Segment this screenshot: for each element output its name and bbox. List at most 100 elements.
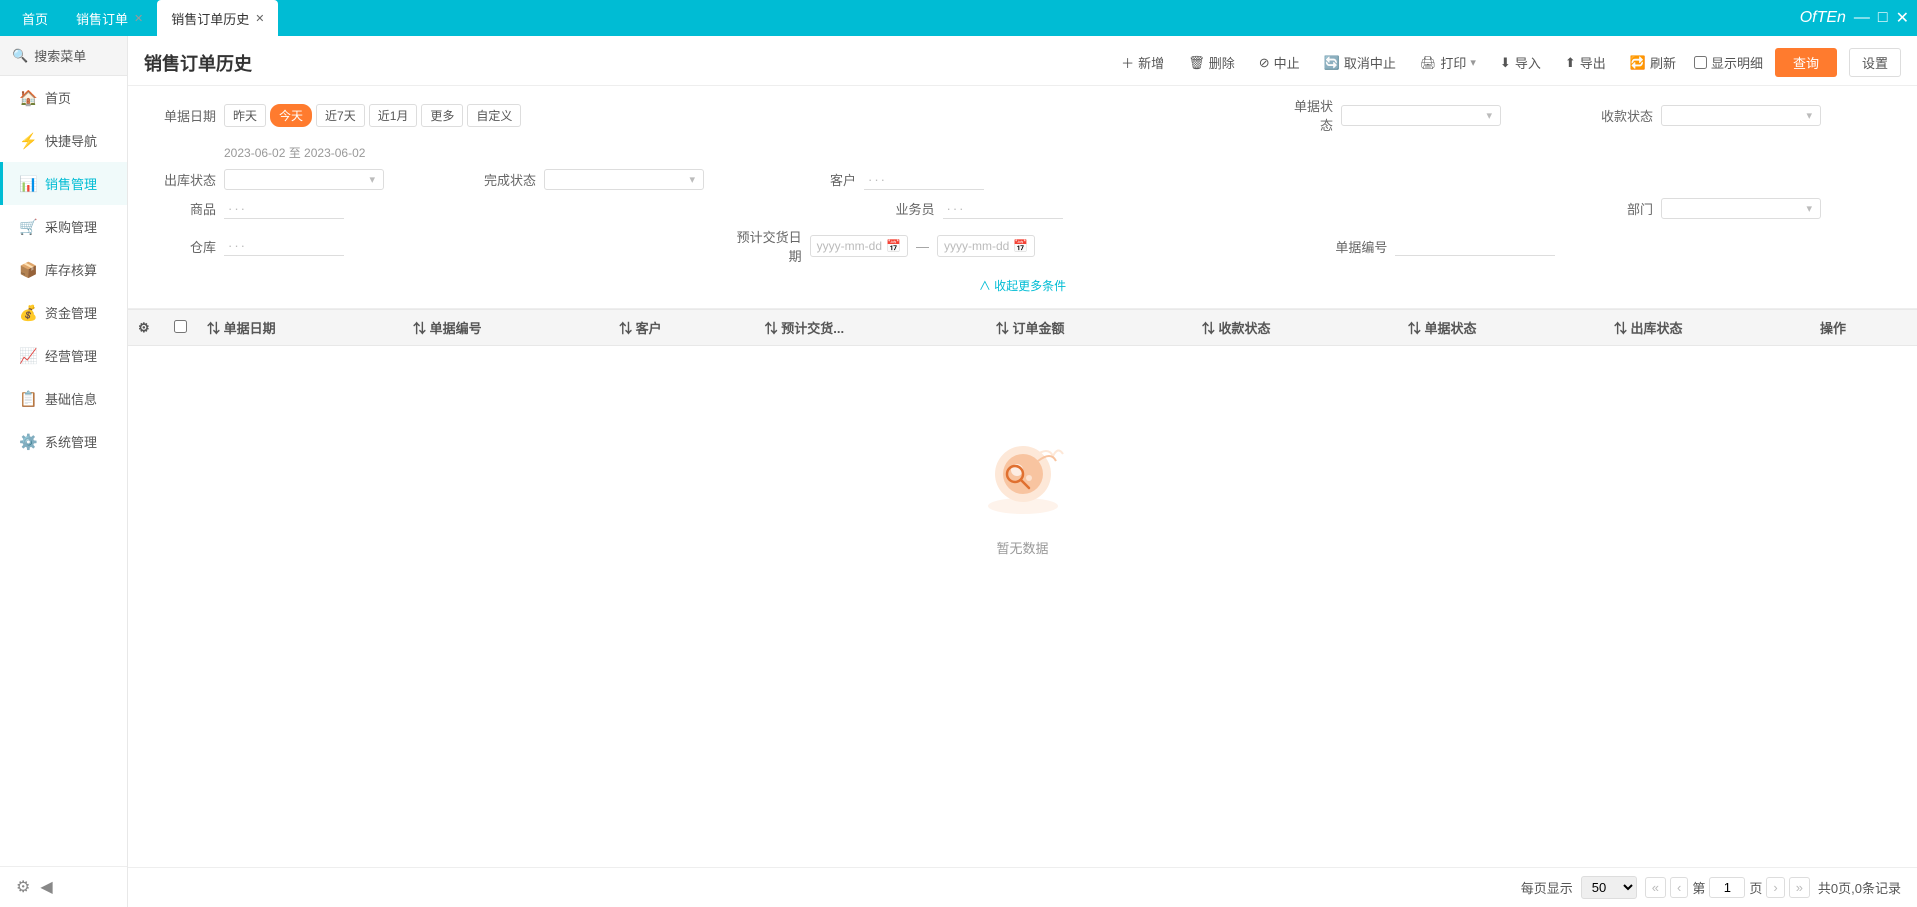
maximize-btn[interactable]: □ <box>1878 9 1888 27</box>
import-btn[interactable]: ⬇ 导入 <box>1494 49 1547 76</box>
order-no-input[interactable] <box>1395 236 1555 256</box>
filter-row-1: 单据日期 昨天 今天 近7天 近1月 更多 自定义 单据状态 <box>144 96 1901 134</box>
department-select[interactable]: ▾ <box>1661 198 1821 219</box>
expected-date-to-text: yyyy-mm-dd <box>944 239 1009 253</box>
page-input[interactable] <box>1709 877 1745 898</box>
sidebar-item-base-info[interactable]: 📋 基础信息 <box>0 377 127 420</box>
finance-icon: 💰 <box>19 304 37 322</box>
show-detail-input[interactable] <box>1694 56 1707 69</box>
tab-sales-order-close[interactable]: ✕ <box>134 12 143 25</box>
minimize-btn[interactable]: — <box>1854 9 1870 27</box>
tab-sales-order-history-close[interactable]: ✕ <box>255 12 264 25</box>
home-icon: 🏠 <box>19 89 37 107</box>
delete-icon: 🗑 <box>1188 55 1205 71</box>
delete-btn[interactable]: 🗑 删除 <box>1182 49 1241 76</box>
purchase-icon: 🛒 <box>19 218 37 236</box>
warehouse-status-select[interactable]: ▾ <box>224 169 384 190</box>
sidebar-item-sales[interactable]: 📊 销售管理 <box>0 162 127 205</box>
import-label: 导入 <box>1515 53 1541 72</box>
export-btn[interactable]: ⬆ 导出 <box>1559 49 1612 76</box>
prev-page-btn[interactable]: ‹ <box>1670 877 1688 898</box>
collapse-btn[interactable]: ∧ 收起更多条件 <box>144 273 1901 298</box>
next-page-btn[interactable]: › <box>1766 877 1784 898</box>
quick-nav-icon: ⚡ <box>19 132 37 150</box>
sidebar-item-home-label: 首页 <box>45 88 71 107</box>
print-btn[interactable]: 🖨 打印 <box>1414 49 1482 76</box>
refresh-btn[interactable]: 🔁 刷新 <box>1624 49 1682 76</box>
th-action: 操作 <box>1810 310 1917 346</box>
settings-btn[interactable]: 设置 <box>1849 48 1901 77</box>
export-icon: ⬆ <box>1565 55 1576 71</box>
sidebar-item-inventory[interactable]: 📦 库存核算 <box>0 248 127 291</box>
often-label: OfTEn <box>1800 9 1846 27</box>
page-size-select[interactable]: 20 50 100 <box>1581 876 1637 899</box>
salesperson-dots: ··· <box>947 201 966 216</box>
tab-sales-order-history[interactable]: 销售订单历史 ✕ <box>157 0 278 36</box>
page-size-label: 每页显示 <box>1521 878 1573 897</box>
query-btn[interactable]: 查询 <box>1775 48 1837 77</box>
th-amount-label: ⇅ 订单金额 <box>996 321 1065 336</box>
receipt-status-select[interactable]: ▾ <box>1661 105 1821 126</box>
sidebar-search[interactable]: 🔍 搜索菜单 <box>0 36 127 76</box>
print-icon: 🖨 <box>1420 55 1437 71</box>
warehouse-input[interactable]: ··· <box>224 236 344 256</box>
last-page-btn[interactable]: » <box>1789 877 1810 898</box>
print-label: 打印 <box>1440 53 1466 72</box>
sidebar-item-finance[interactable]: 💰 资金管理 <box>0 291 127 334</box>
date-btn-custom[interactable]: 自定义 <box>467 104 521 127</box>
sidebar-item-quick-nav[interactable]: ⚡ 快捷导航 <box>0 119 127 162</box>
first-page-btn[interactable]: « <box>1645 877 1666 898</box>
new-label: 新增 <box>1138 53 1164 72</box>
sidebar-search-label: 搜索菜单 <box>34 46 86 65</box>
total-label: 共0页,0条记录 <box>1818 878 1901 897</box>
th-check[interactable] <box>164 310 197 346</box>
select-all-checkbox[interactable] <box>174 320 187 333</box>
order-status-arrow: ▾ <box>1486 109 1492 122</box>
sidebar-item-purchase-label: 采购管理 <box>45 217 97 236</box>
goods-label: 商品 <box>144 199 224 218</box>
page-nav: « ‹ 第 页 › » <box>1645 877 1810 898</box>
sidebar-item-operations[interactable]: 📈 经营管理 <box>0 334 127 377</box>
th-customer: ⇅ 客户 <box>609 310 755 346</box>
customer-input[interactable]: ··· <box>864 170 984 190</box>
date-btn-today[interactable]: 今天 <box>270 104 312 127</box>
date-btn-more[interactable]: 更多 <box>421 104 463 127</box>
base-info-icon: 📋 <box>19 390 37 408</box>
salesperson-input[interactable]: ··· <box>943 199 1063 219</box>
import-icon: ⬇ <box>1500 55 1511 71</box>
new-btn[interactable]: ＋ 新增 <box>1115 49 1170 76</box>
cancel-stop-btn[interactable]: 🔄 取消中止 <box>1318 49 1402 76</box>
salesperson-label: 业务员 <box>863 199 943 218</box>
date-btn-1month[interactable]: 近1月 <box>369 104 418 127</box>
expected-date-to[interactable]: yyyy-mm-dd 📅 <box>937 235 1035 257</box>
order-status-select[interactable]: ▾ <box>1341 105 1501 126</box>
sidebar-item-home[interactable]: 🏠 首页 <box>0 76 127 119</box>
stop-btn[interactable]: ⊘ 中止 <box>1253 49 1306 76</box>
expected-date-from[interactable]: yyyy-mm-dd 📅 <box>810 235 908 257</box>
date-btn-yesterday[interactable]: 昨天 <box>224 104 266 127</box>
th-customer-label: ⇅ 客户 <box>619 321 662 336</box>
sidebar-item-base-info-label: 基础信息 <box>45 389 97 408</box>
goods-input[interactable]: ··· <box>224 199 344 219</box>
sidebar-settings-icon[interactable]: ⚙ <box>16 877 30 897</box>
tab-home-label: 首页 <box>22 9 48 28</box>
tab-home[interactable]: 首页 <box>8 0 62 36</box>
show-detail-checkbox[interactable]: 显示明细 <box>1694 53 1763 72</box>
date-btn-7days[interactable]: 近7天 <box>316 104 365 127</box>
department-filter: ▾ <box>1661 198 1901 219</box>
tab-sales-order[interactable]: 销售订单 ✕ <box>62 0 157 36</box>
expected-date-label: 预计交货日期 <box>730 227 810 265</box>
toolbar: ＋ 新增 🗑 删除 ⊘ 中止 🔄 取消中止 <box>1115 48 1901 77</box>
close-btn[interactable]: ✕ <box>1896 8 1909 28</box>
department-arrow: ▾ <box>1806 202 1812 215</box>
sidebar-item-purchase[interactable]: 🛒 采购管理 <box>0 205 127 248</box>
order-status-filter: ▾ <box>1341 105 1581 126</box>
complete-status-label: 完成状态 <box>464 170 544 189</box>
th-settings[interactable]: ⚙ <box>128 310 164 346</box>
sidebar-item-system[interactable]: ⚙️ 系统管理 <box>0 420 127 463</box>
calendar-from-icon: 📅 <box>886 239 901 253</box>
filter-row-date-range: 2023-06-02 至 2023-06-02 <box>224 142 1901 161</box>
search-icon: 🔍 <box>12 48 28 64</box>
complete-status-select[interactable]: ▾ <box>544 169 704 190</box>
sidebar-collapse-icon[interactable]: ◀ <box>40 877 52 897</box>
